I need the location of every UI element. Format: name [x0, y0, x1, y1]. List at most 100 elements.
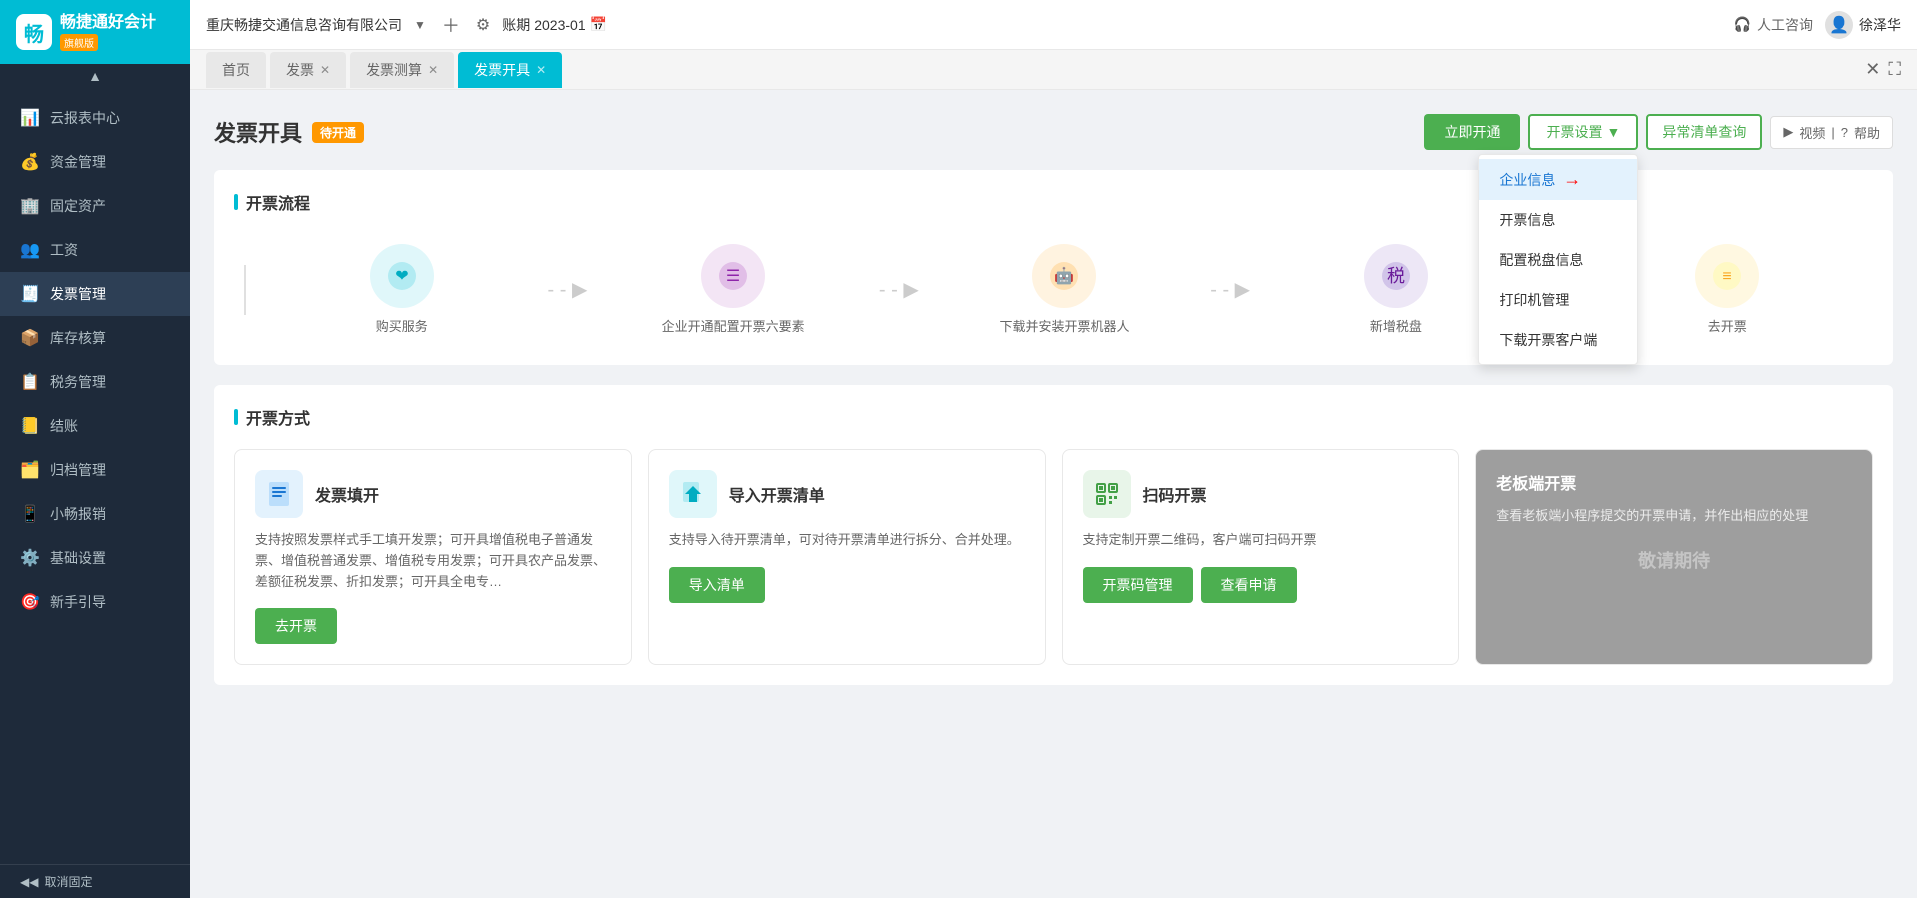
page-header: 发票开具 待开通 立即开通 开票设置 ▼ 企业信息	[214, 114, 1893, 150]
question-icon: ?	[1841, 125, 1848, 140]
flow-step-download-icon: 🤖	[1032, 244, 1096, 308]
sidebar-item-archive[interactable]: 🗂️ 归档管理	[0, 448, 190, 492]
sidebar-scroll-up[interactable]: ▲	[0, 64, 190, 88]
page-title-text: 发票开具	[214, 116, 302, 148]
red-arrow-icon: →	[1563, 169, 1581, 189]
period-label: 账期	[502, 15, 530, 35]
sidebar-item-invoice[interactable]: 🧾 发票管理	[0, 272, 190, 316]
payment-card-boss-header: 老板端开票	[1496, 470, 1852, 494]
settings-dropdown-menu: 企业信息 → 开票信息 配置税盘信息 打印机管理	[1478, 154, 1638, 365]
payment-card-scan-icon	[1083, 470, 1131, 518]
dropdown-item-printer[interactable]: 打印机管理	[1479, 280, 1637, 320]
sidebar-item-tax[interactable]: 📋 税务管理	[0, 360, 190, 404]
main-content: 重庆畅捷交通信息咨询有限公司 ▼ ＋ ⚙ 账期 2023-01 📅 🎧 人工咨询…	[190, 0, 1917, 898]
logo-text-block: 畅捷通好会计 旗舰版	[60, 13, 156, 51]
sidebar-item-assets[interactable]: 🏢 固定资产	[0, 184, 190, 228]
import-list-button[interactable]: 导入清单	[669, 567, 765, 603]
qr-manage-button[interactable]: 开票码管理	[1083, 567, 1193, 603]
activate-button[interactable]: 立即开通	[1424, 114, 1520, 150]
user-area[interactable]: 👤 徐泽华	[1825, 11, 1901, 39]
tab-invoice-calc-close[interactable]: ✕	[428, 63, 438, 77]
payment-card-import-desc: 支持导入待开票清单，可对待开票清单进行拆分、合并处理。	[669, 530, 1025, 551]
settings-dropdown-wrapper: 开票设置 ▼ 企业信息 → 开票信息	[1528, 114, 1638, 150]
tab-invoice-issue-close[interactable]: ✕	[536, 63, 546, 77]
payment-card-boss-overlay: 敬请期待	[1496, 547, 1852, 573]
salary-icon: 👥	[20, 240, 40, 260]
tab-actions: ✕ ⛶	[1865, 59, 1901, 80]
sidebar-item-settings[interactable]: ⚙️ 基础设置	[0, 536, 190, 580]
sidebar-item-guide[interactable]: 🎯 新手引导	[0, 580, 190, 624]
dropdown-item-invoice-info-label: 开票信息	[1499, 212, 1555, 228]
invoice-icon: 🧾	[20, 284, 40, 304]
settings-dropdown-arrow: ▼	[1606, 124, 1620, 140]
payment-card-import: 导入开票清单 支持导入待开票清单，可对待开票清单进行拆分、合并处理。 导入清单	[648, 449, 1046, 665]
company-name: 重庆畅捷交通信息咨询有限公司	[206, 15, 402, 35]
dropdown-item-company-info[interactable]: 企业信息 →	[1479, 159, 1637, 200]
tab-close-all-button[interactable]: ✕	[1865, 59, 1880, 80]
unpin-icon: ◀◀	[20, 875, 38, 889]
payment-card-scan-footer: 开票码管理 查看申请	[1083, 567, 1439, 603]
help-label: 帮助	[1854, 123, 1880, 142]
payment-card-import-footer: 导入清单	[669, 567, 1025, 603]
tab-invoice-calc[interactable]: 发票测算 ✕	[350, 52, 454, 88]
sidebar-item-label-reports: 云报表中心	[50, 108, 120, 128]
sidebar-item-reports[interactable]: 📊 云报表中心	[0, 96, 190, 140]
unpin-label: 取消固定	[44, 873, 92, 890]
page-title-area: 发票开具 待开通	[214, 116, 364, 148]
tab-home[interactable]: 首页	[206, 52, 266, 88]
flow-step-buy-label: 购买服务	[376, 316, 428, 335]
payment-methods-grid: 发票填开 支持按照发票样式手工填开发票；可开具增值税电子普通发票、增值税普通发票…	[234, 449, 1873, 665]
tab-invoice-issue[interactable]: 发票开具 ✕	[458, 52, 562, 88]
calendar-icon[interactable]: 📅	[590, 16, 607, 33]
payment-card-boss-desc: 查看老板端小程序提交的开票申请，并作出相应的处理	[1496, 506, 1852, 527]
video-button[interactable]: ▶ 视频 | ? 帮助	[1770, 116, 1893, 149]
sidebar-item-inventory[interactable]: 📦 库存核算	[0, 316, 190, 360]
settings-icon: ⚙️	[20, 548, 40, 568]
sidebar-item-funds[interactable]: 💰 资金管理	[0, 140, 190, 184]
view-apply-button[interactable]: 查看申请	[1201, 567, 1297, 603]
assets-icon: 🏢	[20, 196, 40, 216]
payment-card-manual-icon	[255, 470, 303, 518]
header-settings-icon[interactable]: ⚙	[476, 15, 490, 35]
logo-badge: 旗舰版	[60, 34, 98, 51]
tab-maximize-button[interactable]: ⛶	[1888, 59, 1901, 80]
app-logo: 畅 畅捷通好会计 旗舰版	[0, 0, 190, 64]
tab-invoice-issue-label: 发票开具	[474, 60, 530, 80]
settings-dropdown-button[interactable]: 开票设置 ▼	[1528, 114, 1638, 150]
manual-invoice-button[interactable]: 去开票	[255, 608, 337, 644]
tax-icon: 📋	[20, 372, 40, 392]
dropdown-item-invoice-info[interactable]: 开票信息	[1479, 200, 1637, 240]
flow-step-taxdisk-label: 新增税盘	[1370, 316, 1422, 335]
payment-card-import-header: 导入开票清单	[669, 470, 1025, 518]
payment-card-manual-desc: 支持按照发票样式手工填开发票；可开具增值税电子普通发票、增值税普通发票、增值税专…	[255, 530, 611, 592]
inventory-icon: 📦	[20, 328, 40, 348]
sidebar-item-close[interactable]: 📒 结账	[0, 404, 190, 448]
sidebar-item-salary[interactable]: 👥 工资	[0, 228, 190, 272]
payment-card-scan: 扫码开票 支持定制开票二维码，客户端可扫码开票 开票码管理 查看申请	[1062, 449, 1460, 665]
flow-step-issue-label: 去开票	[1708, 316, 1747, 335]
exception-list-button[interactable]: 异常清单查询	[1646, 114, 1762, 150]
settings-dropdown-label: 开票设置	[1546, 122, 1602, 142]
close-icon: 📒	[20, 416, 40, 436]
flow-arrow-1: - - ▶	[548, 277, 588, 302]
help-button[interactable]: 🎧 人工咨询	[1734, 15, 1813, 35]
sidebar-item-label-invoice: 发票管理	[50, 284, 106, 304]
add-company-button[interactable]: ＋	[438, 12, 464, 38]
tab-invoice[interactable]: 发票 ✕	[270, 52, 346, 88]
dropdown-item-tax-config[interactable]: 配置税盘信息	[1479, 240, 1637, 280]
payment-card-manual-header: 发票填开	[255, 470, 611, 518]
company-dropdown-icon[interactable]: ▼	[414, 18, 426, 32]
payment-card-scan-desc: 支持定制开票二维码，客户端可扫码开票	[1083, 530, 1439, 551]
expense-icon: 📱	[20, 504, 40, 524]
dropdown-item-download-client[interactable]: 下载开票客户端	[1479, 320, 1637, 360]
flow-arrow-2: - - ▶	[879, 277, 919, 302]
tab-invoice-close[interactable]: ✕	[320, 63, 330, 77]
logo-icon: 畅	[16, 14, 52, 50]
sidebar-item-expense[interactable]: 📱 小畅报销	[0, 492, 190, 536]
sidebar-unpin[interactable]: ◀◀ 取消固定	[0, 864, 190, 898]
payment-card-import-icon	[669, 470, 717, 518]
page-status-badge: 待开通	[312, 122, 364, 143]
dropdown-item-company-info-label: 企业信息	[1499, 172, 1555, 188]
flow-step-configure-label: 企业开通配置开票六要素	[662, 316, 805, 335]
dropdown-item-printer-label: 打印机管理	[1499, 292, 1569, 308]
